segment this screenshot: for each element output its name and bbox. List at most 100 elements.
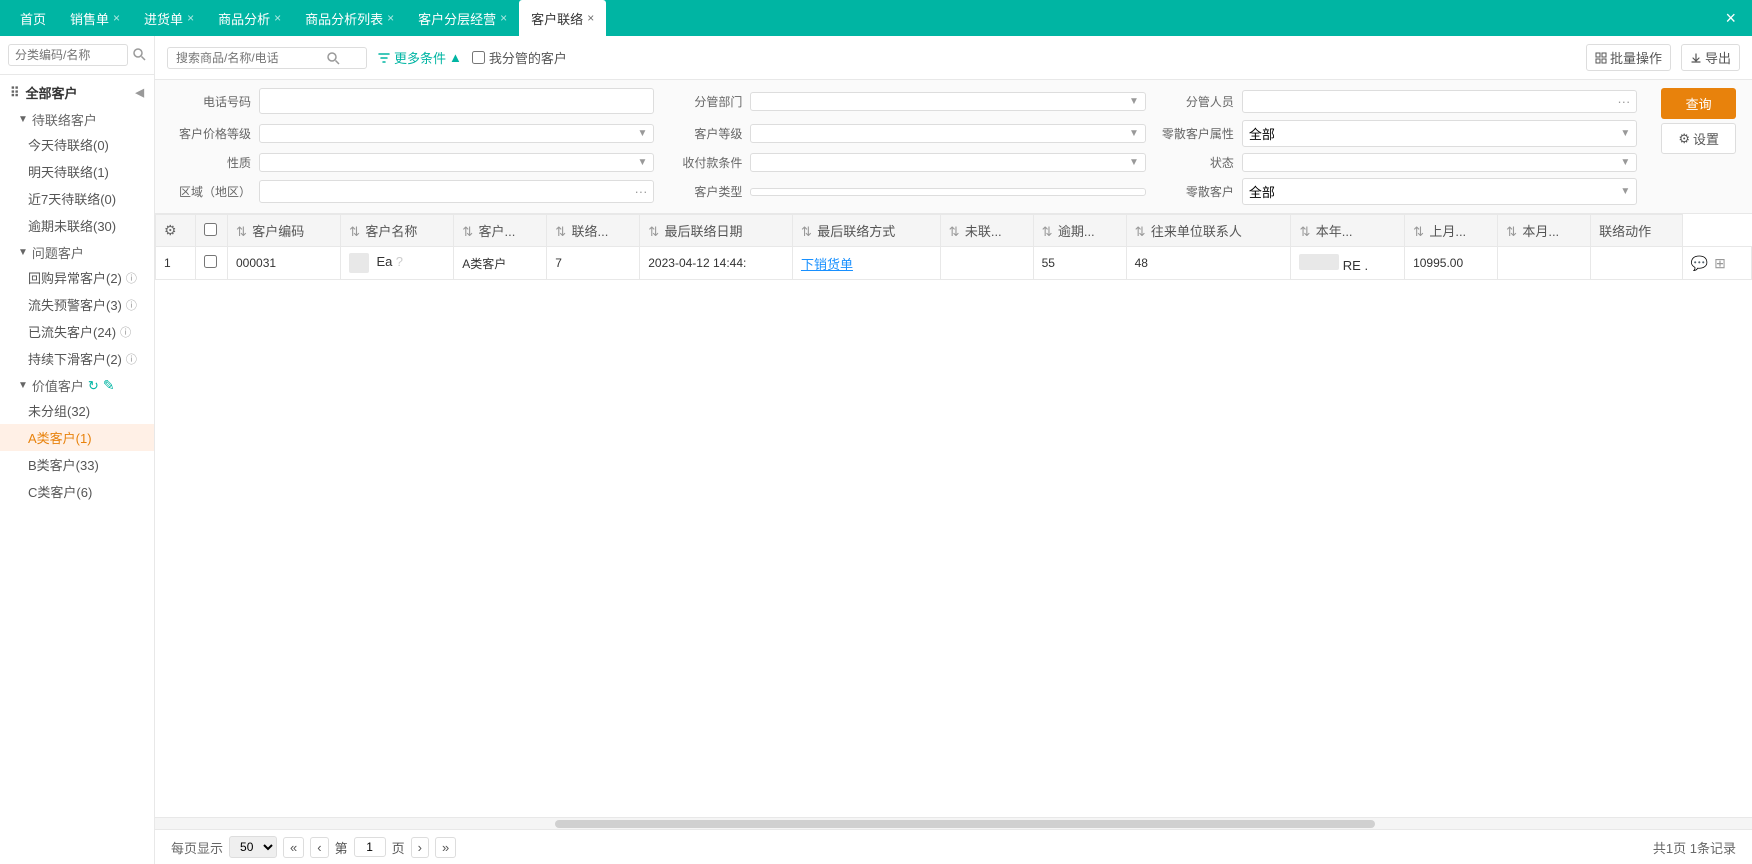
page-number-input[interactable]	[354, 837, 386, 857]
search-input[interactable]	[176, 51, 326, 65]
sidebar-item-tomorrow[interactable]: 明天待联络(1)	[0, 158, 154, 185]
dept-select[interactable]: ▼	[750, 92, 1145, 111]
cell-last-month	[1498, 247, 1591, 280]
col-this-year[interactable]: ⇅ 本年...	[1291, 215, 1405, 247]
filter-payment: 收付款条件 ▼	[662, 153, 1145, 172]
row-checkbox[interactable]	[204, 255, 217, 268]
export-btn[interactable]: 导出	[1681, 44, 1740, 71]
customer-type-select[interactable]	[750, 188, 1145, 196]
col-grade[interactable]: ⇅ 客户...	[454, 215, 547, 247]
filter-dept: 分管部门 ▼	[662, 92, 1145, 111]
filter-manager: 分管人员 ···	[1154, 90, 1637, 113]
sidebar-search-input[interactable]	[8, 44, 128, 66]
col-contacts[interactable]: ⇅ 联络...	[547, 215, 640, 247]
filter-phone: 电话号码	[171, 88, 654, 114]
customer-table: ⚙ ⇅ 客户编码 ⇅ 客户名称	[155, 214, 1752, 280]
region-select[interactable]: ···	[259, 180, 654, 203]
chat-icon[interactable]: 💬	[1691, 255, 1708, 272]
payment-chevron: ▼	[1129, 157, 1139, 168]
sidebar-item-b-class[interactable]: B类客户(33)	[0, 451, 154, 478]
retail-attr-select[interactable]: 全部 ▼	[1242, 120, 1637, 147]
sidebar-pending-label[interactable]: ▼ 待联络客户	[0, 106, 154, 131]
nav-close-analysis-list[interactable]: ×	[387, 11, 394, 25]
sort-icon-code: ⇅	[236, 224, 247, 239]
customer-avatar	[349, 253, 369, 273]
nav-close-sales[interactable]: ×	[113, 11, 120, 25]
filter-row-4: 区域（地区） ··· 客户类型	[171, 178, 1637, 205]
nav-tab-customer-mgmt[interactable]: 客户分层经营 ×	[406, 0, 519, 36]
settings-gear-icon[interactable]: ⚙	[164, 222, 177, 238]
filter-bar: 更多条件 ▲ 我分管的客户 批量操作	[155, 36, 1752, 80]
col-last-month[interactable]: ⇅ 上月...	[1405, 215, 1498, 247]
sidebar-item-unclassified[interactable]: 未分组(32)	[0, 397, 154, 424]
sidebar-item-lost[interactable]: 已流失客户(24) ⓘ	[0, 318, 154, 345]
col-code[interactable]: ⇅ 客户编码	[228, 215, 341, 247]
grade-select[interactable]: ▼	[750, 124, 1145, 143]
col-last-method[interactable]: ⇅ 最后联络方式	[792, 215, 940, 247]
col-gear[interactable]: ⚙	[156, 215, 196, 247]
status-select[interactable]: ▼	[1242, 153, 1637, 172]
settings-button[interactable]: ⚙ 设置	[1661, 123, 1736, 154]
first-page-btn[interactable]: «	[283, 837, 304, 858]
sidebar-item-c-class[interactable]: C类客户(6)	[0, 478, 154, 505]
col-contact-person[interactable]: ⇅ 往来单位联系人	[1126, 215, 1291, 247]
scrollbar-thumb[interactable]	[555, 820, 1375, 828]
my-customers-check[interactable]	[472, 51, 485, 64]
next-page-btn[interactable]: ›	[411, 837, 429, 858]
horizontal-scrollbar[interactable]	[155, 817, 1752, 829]
qrcode-icon[interactable]: ⊞	[1714, 255, 1726, 272]
search-icon[interactable]	[326, 51, 340, 65]
nav-close-customer-contact[interactable]: ×	[587, 11, 594, 25]
table-container: ⚙ ⇅ 客户编码 ⇅ 客户名称	[155, 214, 1752, 817]
sidebar-item-a-class[interactable]: A类客户(1)	[0, 424, 154, 451]
sidebar-item-declining[interactable]: 持续下滑客户(2) ⓘ	[0, 345, 154, 372]
phone-input[interactable]	[259, 88, 654, 114]
refresh-value-icon[interactable]: ↻	[88, 378, 99, 394]
window-close-button[interactable]: ×	[1717, 8, 1744, 29]
nav-close-analysis[interactable]: ×	[274, 11, 281, 25]
payment-select[interactable]: ▼	[750, 153, 1145, 172]
price-grade-select[interactable]: ▼	[259, 124, 654, 143]
col-not-contact[interactable]: ⇅ 未联...	[940, 215, 1033, 247]
nav-tab-analysis-list[interactable]: 商品分析列表 ×	[293, 0, 406, 36]
select-all-checkbox[interactable]	[204, 223, 217, 236]
sidebar-item-7days[interactable]: 近7天待联络(0)	[0, 185, 154, 212]
sidebar-search-icon[interactable]	[132, 47, 146, 64]
sidebar-item-lostwarning[interactable]: 流失预警客户(3) ⓘ	[0, 291, 154, 318]
sidebar-item-overdue[interactable]: 逾期未联络(30)	[0, 212, 154, 239]
last-method-link[interactable]: 下销货单	[801, 257, 853, 272]
region-dots: ···	[634, 184, 647, 199]
cell-not-contact	[940, 247, 1033, 280]
col-last-date[interactable]: ⇅ 最后联络日期	[640, 215, 793, 247]
sidebar-value-label[interactable]: ▼ 价值客户 ↻ ✎	[0, 372, 154, 397]
last-page-btn[interactable]: »	[435, 837, 456, 858]
nav-tab-analysis[interactable]: 商品分析 ×	[206, 0, 293, 36]
sidebar-item-abnormal[interactable]: 回购异常客户(2) ⓘ	[0, 264, 154, 291]
edit-value-icon[interactable]: ✎	[103, 377, 115, 394]
sidebar-item-today[interactable]: 今天待联络(0)	[0, 131, 154, 158]
sidebar-all-customers[interactable]: ⠿ 全部客户 ◀	[0, 75, 154, 106]
nature-select[interactable]: ▼	[259, 153, 654, 172]
nav-close-customer-mgmt[interactable]: ×	[500, 11, 507, 25]
nav-tab-purchase[interactable]: 进货单 ×	[132, 0, 206, 36]
col-name[interactable]: ⇅ 客户名称	[341, 215, 454, 247]
nav-close-purchase[interactable]: ×	[187, 11, 194, 25]
col-this-month[interactable]: ⇅ 本月...	[1498, 215, 1591, 247]
nav-home[interactable]: 首页	[8, 0, 58, 36]
main-layout: ⠿ 全部客户 ◀ ▼ 待联络客户 今天待联络(0) 明天待联络(1) 近7天待联…	[0, 36, 1752, 864]
prev-page-btn[interactable]: ‹	[310, 837, 328, 858]
nav-tab-sales[interactable]: 销售单 ×	[58, 0, 132, 36]
nature-chevron: ▼	[638, 157, 648, 168]
col-overdue[interactable]: ⇅ 逾期...	[1033, 215, 1126, 247]
query-button[interactable]: 查询	[1661, 88, 1736, 119]
sidebar-problem-label[interactable]: ▼ 问题客户	[0, 239, 154, 264]
manager-select[interactable]: ···	[1242, 90, 1637, 113]
my-customers-checkbox[interactable]: 我分管的客户	[472, 48, 567, 67]
retail-customer-select[interactable]: 全部 ▼	[1242, 178, 1637, 205]
page-size-select[interactable]: 50	[229, 836, 277, 858]
more-conditions-chevron: ▲	[449, 50, 462, 65]
more-conditions-btn[interactable]: 更多条件 ▲	[377, 48, 462, 67]
batch-op-btn[interactable]: 批量操作	[1586, 44, 1671, 71]
filter-price-grade: 客户价格等级 ▼	[171, 124, 654, 143]
nav-tab-customer-contact[interactable]: 客户联络 ×	[519, 0, 606, 36]
